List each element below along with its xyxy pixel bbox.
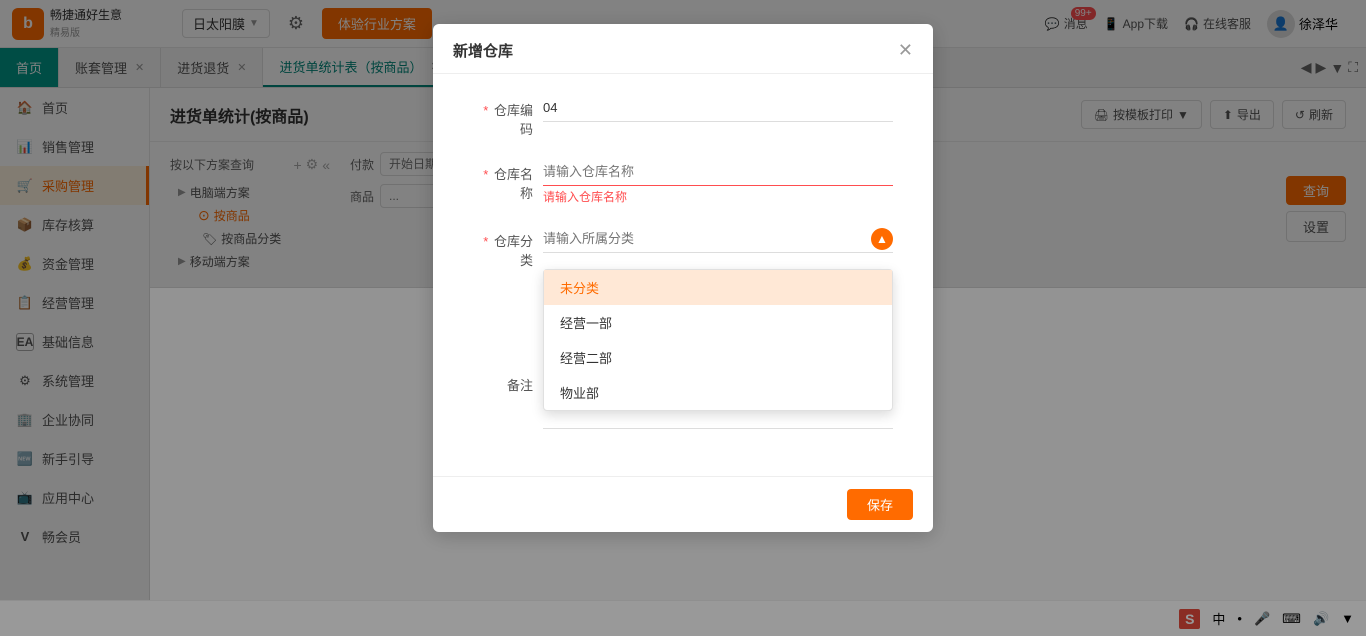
code-input-wrap — [543, 94, 893, 122]
name-error-message: 请输入仓库名称 — [543, 188, 893, 205]
save-button[interactable]: 保存 — [847, 489, 913, 520]
name-input-wrap: 请输入仓库名称 — [543, 158, 893, 205]
dialog-header: 新增仓库 ✕ — [433, 24, 933, 74]
name-field: * 仓库名称 请输入仓库名称 — [473, 158, 893, 205]
modal-overlay: 新增仓库 ✕ * 仓库编码 * — [0, 0, 1366, 636]
note-label: 备注 — [473, 369, 543, 394]
dropdown-item-biz1[interactable]: 经营一部 — [544, 305, 892, 340]
name-input[interactable] — [543, 158, 893, 186]
category-select-wrap: ▲ — [543, 225, 893, 253]
dialog-footer: 保存 — [433, 476, 933, 532]
dropdown-item-biz2[interactable]: 经营二部 — [544, 340, 892, 375]
name-label: * 仓库名称 — [473, 158, 543, 202]
category-label: * 仓库分类 — [473, 225, 543, 269]
category-field: * 仓库分类 ▲ 未分类 经营一部 经营二部 物业部 — [473, 225, 893, 269]
chevron-up-icon: ▲ — [876, 232, 888, 246]
code-required-star: * — [483, 103, 488, 118]
category-input[interactable] — [543, 225, 893, 253]
category-toggle-button[interactable]: ▲ — [871, 228, 893, 250]
category-dropdown: 未分类 经营一部 经营二部 物业部 — [543, 269, 893, 411]
new-warehouse-dialog: 新增仓库 ✕ * 仓库编码 * — [433, 24, 933, 532]
code-field: * 仓库编码 — [473, 94, 893, 138]
dialog-body: * 仓库编码 * 仓库名称 请输入仓库名 — [433, 74, 933, 476]
category-required-star: * — [483, 234, 488, 249]
name-row: * 仓库名称 请输入仓库名称 — [473, 158, 893, 205]
dropdown-item-property[interactable]: 物业部 — [544, 375, 892, 410]
dialog-title: 新增仓库 — [453, 40, 513, 61]
dialog-close-button[interactable]: ✕ — [898, 40, 913, 61]
code-row: * 仓库编码 — [473, 94, 893, 138]
name-required-star: * — [483, 167, 488, 182]
code-input[interactable] — [543, 94, 893, 122]
dropdown-item-none[interactable]: 未分类 — [544, 270, 892, 305]
category-row: * 仓库分类 ▲ — [473, 225, 893, 269]
code-label: * 仓库编码 — [473, 94, 543, 138]
